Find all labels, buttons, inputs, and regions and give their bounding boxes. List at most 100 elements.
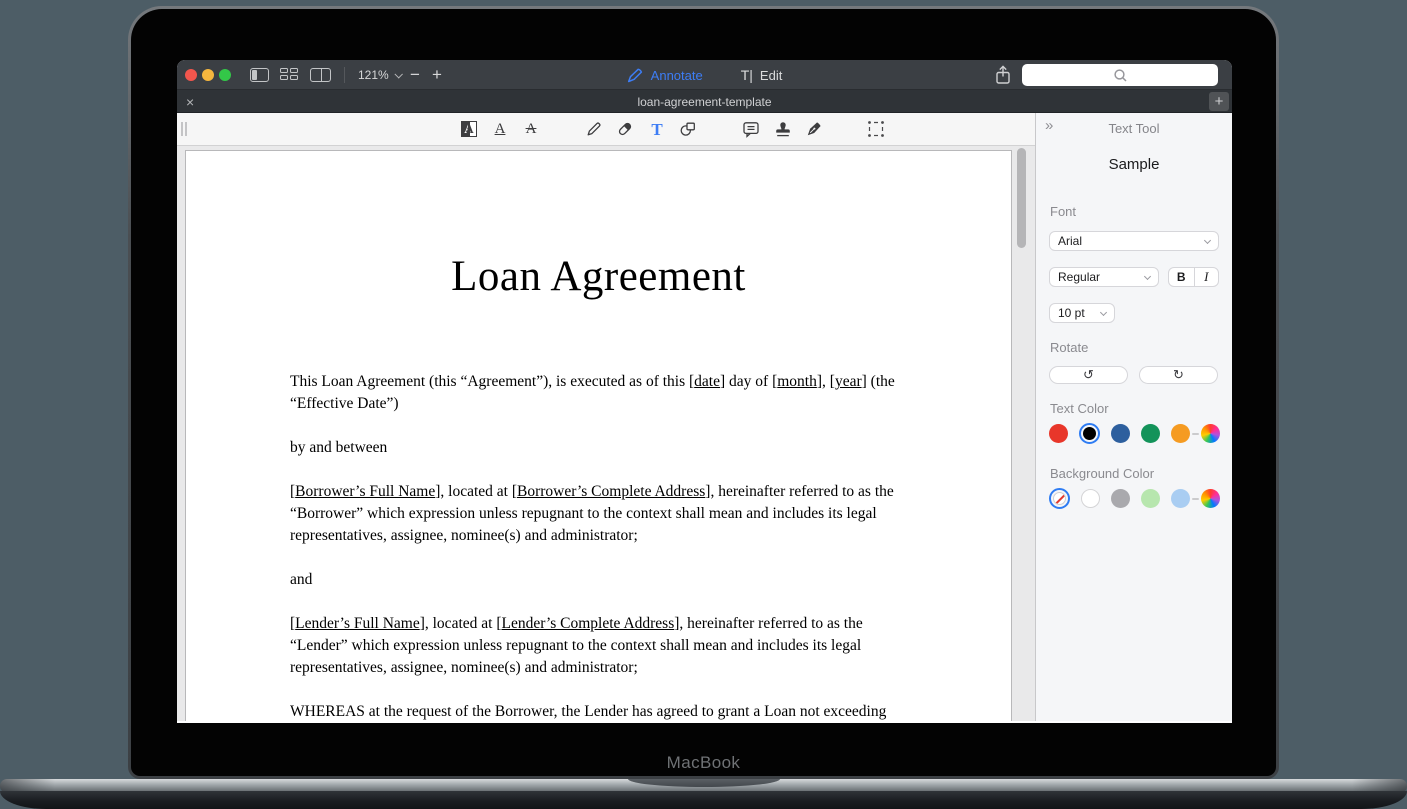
zoom-in-button[interactable]: +: [432, 60, 442, 90]
rotate-ccw-button[interactable]: ↺: [1049, 366, 1128, 384]
left-column: A A A A: [177, 113, 1035, 721]
chevron-down-icon: [1203, 236, 1212, 245]
background-color-row: [1049, 488, 1220, 509]
chevron-down-icon: [394, 70, 403, 79]
strikethrough-tool-button[interactable]: A: [516, 113, 546, 145]
underline-icon: A: [494, 120, 506, 137]
scrollbar-thumb[interactable]: [1017, 148, 1026, 248]
highlight-tool-button[interactable]: A A: [454, 113, 484, 145]
tab-title[interactable]: loan-agreement-template: [177, 90, 1232, 113]
text-tool-button[interactable]: T: [642, 113, 672, 145]
document-paragraph: by and between: [290, 439, 388, 456]
text-color-row: [1049, 423, 1220, 444]
search-icon: [1113, 68, 1127, 82]
text-tool-icon: T: [651, 119, 663, 139]
document-body: This Loan Agreement (this “Agreement”), …: [290, 371, 901, 721]
text-color-swatch-2[interactable]: [1111, 424, 1130, 443]
annotate-label: Annotate: [650, 67, 703, 83]
zoom-level-value: 121%: [358, 68, 389, 82]
bold-button[interactable]: B: [1169, 268, 1194, 286]
signature-pen-icon: [807, 122, 821, 136]
text-color-swatch-0[interactable]: [1049, 424, 1068, 443]
macbook-screen: 121% − + Annotate T| Edit × loan-agreeme…: [131, 9, 1276, 776]
text-color-swatch-4[interactable]: [1171, 424, 1190, 443]
edit-label: Edit: [759, 67, 783, 83]
thumbnails-view-icon[interactable]: [280, 68, 299, 82]
note-tool-button[interactable]: [736, 113, 766, 145]
font-size-select[interactable]: 10 pt: [1049, 303, 1115, 323]
mode-switcher: Annotate T| Edit: [627, 60, 783, 90]
document-paragraph: and: [290, 571, 313, 588]
close-traffic-light[interactable]: [185, 69, 197, 81]
swatch-dash-divider: [1192, 497, 1199, 500]
font-size-value: 10 pt: [1058, 306, 1085, 320]
rotate-cw-button[interactable]: ↻: [1139, 366, 1218, 384]
window-titlebar: 121% − + Annotate T| Edit: [177, 60, 1232, 90]
toolbar-divider: [344, 67, 345, 83]
background-color-swatch-3[interactable]: [1141, 489, 1160, 508]
two-page-view-icon[interactable]: [310, 68, 331, 82]
rotate-label: Rotate: [1050, 340, 1089, 355]
tab-annotate[interactable]: Annotate: [627, 68, 703, 83]
zoom-level-dropdown[interactable]: 121%: [358, 60, 403, 90]
stamp-icon: [776, 122, 790, 137]
pencil-tool-button[interactable]: [579, 113, 609, 145]
stamp-tool-button[interactable]: [768, 113, 798, 145]
document-area[interactable]: Loan Agreement This Loan Agreement (this…: [177, 146, 1035, 721]
macbook-bezel: 121% − + Annotate T| Edit × loan-agreeme…: [128, 6, 1279, 779]
shapes-tool-button[interactable]: [673, 113, 703, 145]
background-color-custom-color-wheel[interactable]: [1201, 489, 1220, 508]
background-color-label: Background Color: [1050, 466, 1155, 481]
select-tool-button[interactable]: [861, 113, 891, 145]
eraser-tool-button[interactable]: [610, 113, 640, 145]
background-color-swatch-0[interactable]: [1049, 488, 1070, 509]
signature-tool-button[interactable]: [799, 113, 829, 145]
tab-bar: × loan-agreement-template +: [177, 90, 1232, 113]
edit-text-icon: T|: [740, 67, 753, 83]
annotation-toolbar: A A A A: [177, 113, 1035, 146]
document-page[interactable]: Loan Agreement This Loan Agreement (this…: [185, 150, 1012, 721]
share-icon: [996, 65, 1010, 84]
font-family-select[interactable]: Arial: [1049, 231, 1219, 251]
toolbar-grip-handle[interactable]: [181, 122, 187, 136]
annotate-pen-icon: [627, 68, 642, 82]
font-style-select[interactable]: Regular: [1049, 267, 1159, 287]
background-color-swatch-1[interactable]: [1081, 489, 1100, 508]
panel-title: Text Tool: [1108, 121, 1160, 136]
pencil-icon: [587, 122, 601, 136]
sidebar-view-icon[interactable]: [250, 68, 269, 82]
document-title: Loan Agreement: [451, 253, 746, 300]
document-paragraph: WHEREAS at the request of the Borrower, …: [290, 703, 887, 720]
swatch-dash-divider: [1192, 432, 1199, 435]
search-input[interactable]: [1022, 64, 1218, 86]
rotate-ccw-icon: ↺: [1083, 367, 1094, 382]
font-label: Font: [1050, 204, 1077, 219]
macbook-label: MacBook: [666, 753, 741, 772]
text-color-swatch-3[interactable]: [1141, 424, 1160, 443]
document-paragraph: This Loan Agreement (this “Agreement”), …: [290, 373, 895, 412]
scene: { "device": { "label": "MacBook" }, "acc…: [0, 0, 1407, 809]
background-color-swatch-4[interactable]: [1171, 489, 1190, 508]
zoom-out-button[interactable]: −: [410, 60, 420, 90]
main-content: A A A A: [177, 113, 1232, 721]
macbook-base: [0, 791, 1407, 809]
font-style-value: Regular: [1058, 270, 1101, 284]
text-color-swatch-1[interactable]: [1079, 423, 1100, 444]
bold-italic-segment: B I: [1168, 267, 1219, 287]
maximize-traffic-light[interactable]: [219, 69, 231, 81]
highlight-icon: A A: [461, 121, 477, 137]
chevron-down-icon: [1099, 308, 1108, 317]
background-color-swatch-2[interactable]: [1111, 489, 1130, 508]
share-button[interactable]: [995, 65, 1011, 90]
add-tab-button[interactable]: +: [1209, 92, 1229, 111]
eraser-icon: [618, 122, 632, 136]
italic-button[interactable]: I: [1193, 268, 1219, 286]
tab-edit[interactable]: T| Edit: [741, 67, 783, 83]
text-tool-sidebar: » Text Tool Sample Font Arial Regular B: [1035, 113, 1232, 721]
minimize-traffic-light[interactable]: [202, 69, 214, 81]
underline-tool-button[interactable]: A: [485, 113, 515, 145]
text-color-custom-color-wheel[interactable]: [1201, 424, 1220, 443]
text-color-label: Text Color: [1050, 401, 1109, 416]
strikethrough-icon: A: [525, 120, 537, 137]
app-window: 121% − + Annotate T| Edit × loan-agreeme…: [177, 60, 1232, 723]
